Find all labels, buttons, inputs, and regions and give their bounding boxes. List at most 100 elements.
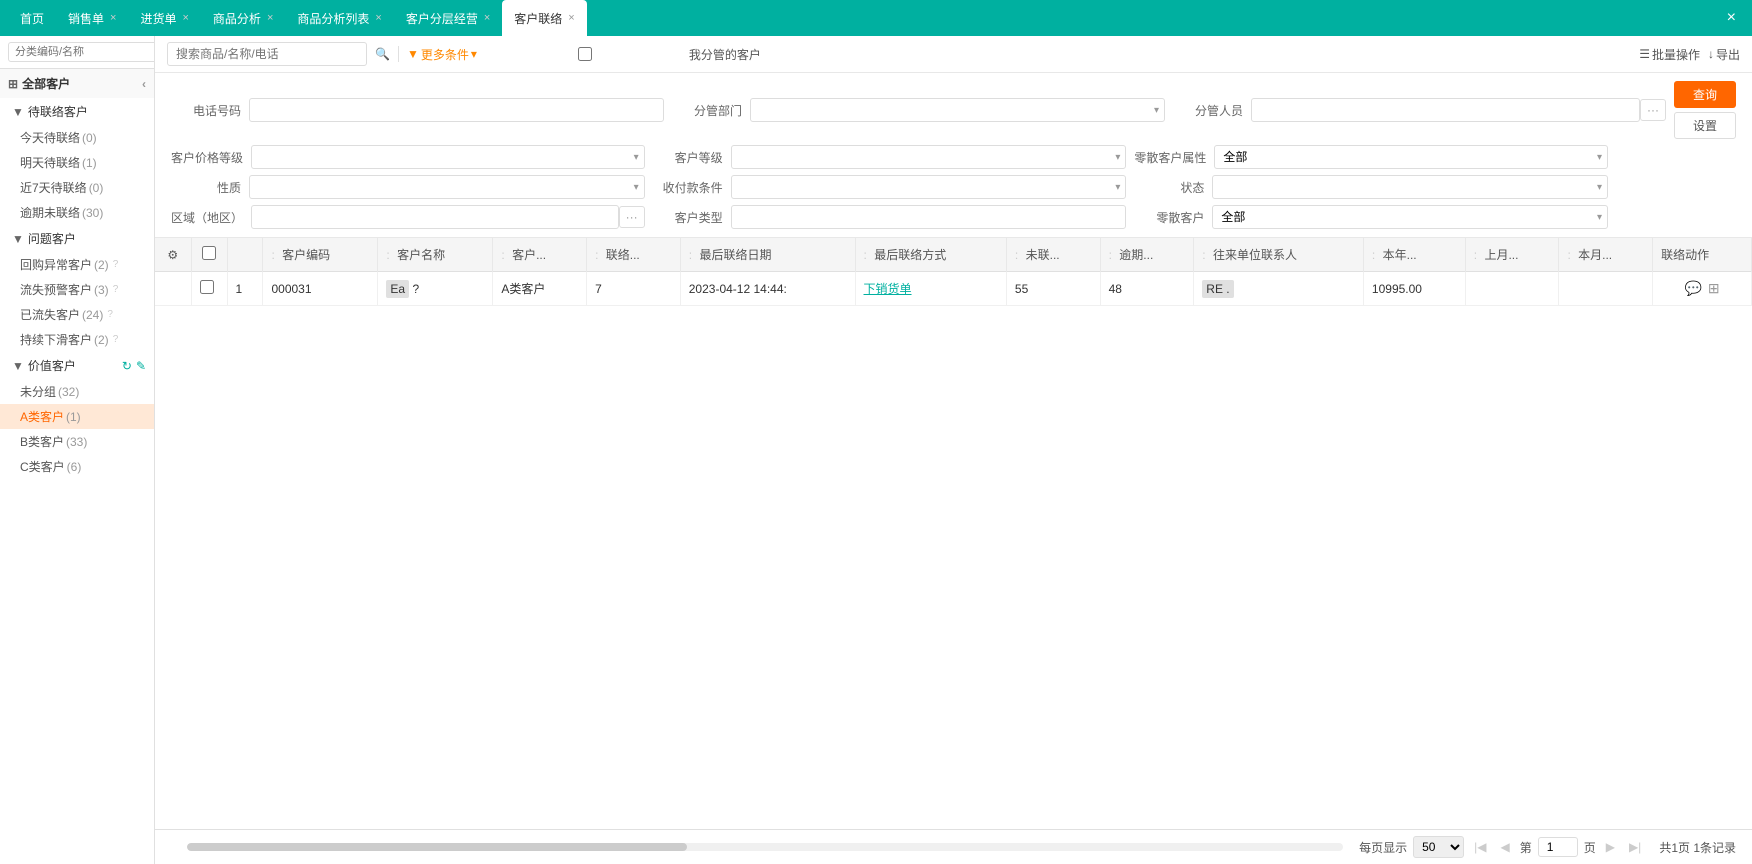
sidebar-item-today-contact[interactable]: 今天待联络 (0): [0, 125, 154, 150]
page-size-select[interactable]: 50 100: [1413, 836, 1464, 858]
sidebar: 🔍 ⊞ 全部客户 ‹ ▼ 待联络客户 今天待联络 (0) 明天待联络 (1) 近…: [0, 36, 155, 864]
pending-contact-group[interactable]: ▼ 待联络客户: [0, 98, 154, 125]
top-navigation: 首页 销售单 × 进货单 × 商品分析 × 商品分析列表 × 客户分层经营 × …: [0, 0, 1752, 36]
table-header-name[interactable]: : 客户名称: [378, 238, 493, 272]
pagination-controls: 每页显示 50 100 |◀ ◀ 第 页 ▶ ▶| 共1页 1条记录: [1359, 836, 1736, 858]
row-index: 1: [227, 272, 263, 306]
nav-product-analysis-list[interactable]: 商品分析列表 ×: [285, 0, 393, 36]
table-header-this-month[interactable]: : 本月...: [1559, 238, 1653, 272]
row-action-cell: 💬 ⊞: [1653, 272, 1752, 306]
main-layout: 🔍 ⊞ 全部客户 ‹ ▼ 待联络客户 今天待联络 (0) 明天待联络 (1) 近…: [0, 36, 1752, 864]
first-page-button[interactable]: |◀: [1470, 840, 1490, 854]
nav-home[interactable]: 首页: [8, 0, 56, 36]
sidebar-item-class-c[interactable]: C类客户 (6): [0, 454, 154, 479]
query-button[interactable]: 查询: [1674, 81, 1736, 108]
close-product-analysis-list[interactable]: ×: [375, 12, 381, 24]
sidebar-item-repurchase-abnormal[interactable]: 回购异常客户 (2) ?: [0, 252, 154, 277]
grid-icon: ⊞: [8, 77, 18, 91]
row-checkbox[interactable]: [200, 280, 214, 294]
manager-dots-button[interactable]: ···: [1640, 99, 1666, 121]
close-customer-tier[interactable]: ×: [484, 12, 490, 24]
sidebar-item-unclassified[interactable]: 未分组 (32): [0, 379, 154, 404]
nav-customer-tier[interactable]: 客户分层经营 ×: [394, 0, 502, 36]
status-label: 状态: [1134, 179, 1204, 196]
sidebar-item-declining[interactable]: 持续下滑客户 (2) ?: [0, 327, 154, 352]
value-refresh-icon[interactable]: ↻: [122, 359, 132, 373]
last-page-button[interactable]: ▶|: [1625, 840, 1645, 854]
close-product-analysis[interactable]: ×: [267, 12, 273, 24]
table-header-type[interactable]: : 客户...: [493, 238, 587, 272]
price-level-select[interactable]: [251, 145, 645, 169]
table-header-contact[interactable]: : 联络...: [587, 238, 681, 272]
region-field: 区域（地区） ···: [171, 205, 645, 229]
nav-purchase-order[interactable]: 进货单 ×: [128, 0, 200, 36]
bottom-bar: 每页显示 50 100 |◀ ◀ 第 页 ▶ ▶| 共1页 1条记录: [155, 829, 1752, 864]
close-sales-order[interactable]: ×: [110, 12, 116, 24]
qr-icon-button[interactable]: ⊞: [1708, 280, 1720, 297]
payment-select[interactable]: [731, 175, 1127, 199]
prev-page-button[interactable]: ◀: [1496, 840, 1513, 854]
customer-type-input[interactable]: [731, 205, 1127, 229]
row-last-date: 2023-04-12 14:44:: [680, 272, 855, 306]
page-number-input[interactable]: [1538, 837, 1578, 857]
sidebar-item-7days-contact[interactable]: 近7天待联络 (0): [0, 175, 154, 200]
window-close-button[interactable]: ×: [1719, 9, 1744, 27]
customer-level-select[interactable]: [731, 145, 1127, 169]
problem-customer-group[interactable]: ▼ 问题客户: [0, 225, 154, 252]
settings-button[interactable]: 设置: [1674, 112, 1736, 139]
table-header-overdue[interactable]: : 逾期...: [1100, 238, 1194, 272]
divider: [398, 46, 399, 62]
my-customer-checkbox-area[interactable]: 我分管的客户: [485, 46, 761, 63]
table-header-no-contact[interactable]: : 未联...: [1006, 238, 1100, 272]
manager-input[interactable]: [1251, 98, 1640, 122]
nav-customer-contact[interactable]: 客户联络 ×: [502, 0, 586, 36]
sidebar-item-class-a[interactable]: A类客户 (1): [0, 404, 154, 429]
status-select[interactable]: [1212, 175, 1608, 199]
retail-attr-select[interactable]: 全部: [1214, 145, 1608, 169]
table-header-index: [227, 238, 263, 272]
table-header-last-date[interactable]: : 最后联络日期: [680, 238, 855, 272]
next-page-button[interactable]: ▶: [1602, 840, 1619, 854]
table-header-last-method[interactable]: : 最后联络方式: [855, 238, 1006, 272]
nature-select[interactable]: [249, 175, 645, 199]
row-name: Ea ?: [378, 272, 493, 306]
close-customer-contact[interactable]: ×: [568, 12, 574, 24]
search-button[interactable]: 🔍: [375, 47, 390, 61]
more-filter-button[interactable]: ▼ 更多条件 ▾: [407, 46, 477, 63]
table-header-code[interactable]: : 客户编码: [263, 238, 378, 272]
all-customers-header[interactable]: ⊞ 全部客户 ‹: [0, 69, 154, 98]
filter-icon: ▼: [407, 47, 419, 61]
sidebar-item-churn-warning[interactable]: 流失预警客户 (3) ?: [0, 277, 154, 302]
horizontal-scrollbar[interactable]: [187, 843, 1343, 851]
my-customer-checkbox[interactable]: [485, 47, 685, 61]
search-input[interactable]: [167, 42, 367, 66]
scrollbar-thumb: [187, 843, 687, 851]
data-table-container: ⚙ : 客户编码 : 客户名称: [155, 238, 1752, 829]
retail-customer-select[interactable]: 全部: [1212, 205, 1608, 229]
region-dots-button[interactable]: ···: [619, 206, 645, 228]
sidebar-item-tomorrow-contact[interactable]: 明天待联络 (1): [0, 150, 154, 175]
retail-attr-field: 零散客户属性 全部 ▾: [1134, 145, 1608, 169]
select-all-checkbox[interactable]: [202, 246, 216, 260]
nav-sales-order[interactable]: 销售单 ×: [56, 0, 128, 36]
value-edit-icon[interactable]: ✎: [136, 359, 146, 373]
sidebar-item-churned[interactable]: 已流失客户 (24) ?: [0, 302, 154, 327]
sidebar-item-overdue-contact[interactable]: 逾期未联络 (30): [0, 200, 154, 225]
more-filter-arrow: ▾: [471, 47, 477, 61]
table-header-unit-contact[interactable]: : 往来单位联系人: [1194, 238, 1364, 272]
row-overdue: 48: [1100, 272, 1194, 306]
category-search-input[interactable]: [8, 42, 155, 62]
region-input[interactable]: [251, 205, 619, 229]
row-last-method[interactable]: 下销货单: [855, 272, 1006, 306]
phone-input[interactable]: [249, 98, 664, 122]
batch-operation-button[interactable]: ☰ 批量操作: [1639, 46, 1700, 63]
export-button[interactable]: ↓ 导出: [1708, 46, 1740, 63]
close-purchase-order[interactable]: ×: [182, 12, 188, 24]
nav-product-analysis[interactable]: 商品分析 ×: [201, 0, 285, 36]
sidebar-item-class-b[interactable]: B类客户 (33): [0, 429, 154, 454]
table-header-this-year[interactable]: : 本年...: [1363, 238, 1465, 272]
contact-icon-button[interactable]: 💬: [1684, 280, 1701, 297]
table-header-settings[interactable]: ⚙: [155, 238, 191, 272]
dept-select[interactable]: [750, 98, 1165, 122]
table-header-last-month[interactable]: : 上月...: [1465, 238, 1559, 272]
